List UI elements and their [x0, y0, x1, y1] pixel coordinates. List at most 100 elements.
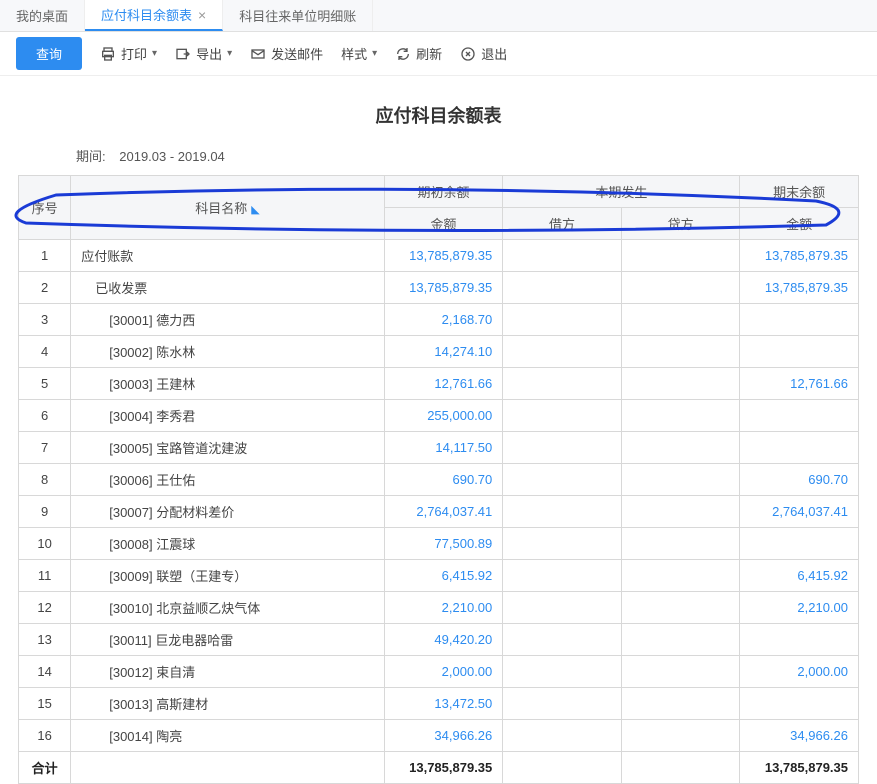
col-credit[interactable]: 贷方 [621, 208, 740, 240]
cell-closing [740, 528, 859, 560]
print-button[interactable]: 打印 ▾ [100, 44, 157, 63]
tab-0[interactable]: 我的桌面 [0, 0, 85, 31]
exit-button[interactable]: 退出 [460, 44, 507, 63]
cell-name: [30006] 王仕佑 [71, 464, 384, 496]
table-row[interactable]: 4[30002] 陈水林14,274.10 [19, 336, 859, 368]
col-closing[interactable]: 期末余额 [740, 176, 859, 208]
cell-name: [30001] 德力西 [71, 304, 384, 336]
tab-2[interactable]: 科目往来单位明细账 [223, 0, 373, 31]
table-row[interactable]: 14[30012] 束自清2,000.002,000.00 [19, 656, 859, 688]
col-closing-amount[interactable]: 金额 [740, 208, 859, 240]
table-row[interactable]: 11[30009] 联塑（王建专）6,415.926,415.92 [19, 560, 859, 592]
cell-opening: 49,420.20 [384, 624, 503, 656]
cell-credit [621, 720, 740, 752]
col-seq[interactable]: 序号 [19, 176, 71, 240]
cell-seq: 2 [19, 272, 71, 304]
table-row[interactable]: 12[30010] 北京益顺乙炔气体2,210.002,210.00 [19, 592, 859, 624]
period-row: 期间: 2019.03 - 2019.04 [76, 146, 859, 165]
table-row[interactable]: 15[30013] 高斯建材13,472.50 [19, 688, 859, 720]
table-row[interactable]: 9[30007] 分配材料差价2,764,037.412,764,037.41 [19, 496, 859, 528]
exit-label: 退出 [481, 44, 507, 63]
cell-name: [30014] 陶亮 [71, 720, 384, 752]
cell-credit [621, 496, 740, 528]
cell-debit [503, 624, 622, 656]
cell-debit [503, 592, 622, 624]
total-credit [621, 752, 740, 784]
cell-debit [503, 240, 622, 272]
cell-debit [503, 656, 622, 688]
cell-opening: 77,500.89 [384, 528, 503, 560]
chevron-down-icon: ▾ [227, 48, 232, 59]
cell-credit [621, 272, 740, 304]
cell-closing [740, 432, 859, 464]
cell-closing: 2,210.00 [740, 592, 859, 624]
cell-seq: 16 [19, 720, 71, 752]
cell-opening: 13,472.50 [384, 688, 503, 720]
period-label: 期间: [76, 149, 106, 164]
balance-table: 序号 科目名称◣ 期初余额 本期发生 期末余额 金额 借方 贷方 金额 1应付账… [18, 175, 859, 784]
cell-debit [503, 688, 622, 720]
tab-label: 我的桌面 [16, 6, 68, 25]
cell-closing: 2,764,037.41 [740, 496, 859, 528]
cell-closing: 13,785,879.35 [740, 240, 859, 272]
report-title: 应付科目余额表 [18, 102, 859, 128]
cell-closing: 12,761.66 [740, 368, 859, 400]
table-row[interactable]: 7[30005] 宝路管道沈建波14,117.50 [19, 432, 859, 464]
table-row[interactable]: 16[30014] 陶亮34,966.2634,966.26 [19, 720, 859, 752]
total-label: 合计 [19, 752, 71, 784]
sendmail-label: 发送邮件 [271, 44, 323, 63]
table-row[interactable]: 6[30004] 李秀君255,000.00 [19, 400, 859, 432]
cell-seq: 14 [19, 656, 71, 688]
cell-seq: 11 [19, 560, 71, 592]
cell-name: [30011] 巨龙电器哈雷 [71, 624, 384, 656]
sort-icon: ◣ [251, 204, 259, 216]
cell-credit [621, 592, 740, 624]
cell-closing [740, 624, 859, 656]
total-debit [503, 752, 622, 784]
sendmail-button[interactable]: 发送邮件 [250, 44, 323, 63]
cell-credit [621, 464, 740, 496]
table-row[interactable]: 1应付账款13,785,879.3513,785,879.35 [19, 240, 859, 272]
cell-opening: 14,274.10 [384, 336, 503, 368]
cell-name: [30013] 高斯建材 [71, 688, 384, 720]
cell-seq: 3 [19, 304, 71, 336]
cell-opening: 2,210.00 [384, 592, 503, 624]
cell-credit [621, 560, 740, 592]
table-row[interactable]: 2已收发票13,785,879.3513,785,879.35 [19, 272, 859, 304]
col-opening-amount[interactable]: 金额 [384, 208, 503, 240]
col-debit[interactable]: 借方 [503, 208, 622, 240]
cell-credit [621, 304, 740, 336]
table-row[interactable]: 8[30006] 王仕佑690.70690.70 [19, 464, 859, 496]
cell-seq: 5 [19, 368, 71, 400]
close-circle-icon [460, 46, 476, 62]
cell-credit [621, 688, 740, 720]
col-current[interactable]: 本期发生 [503, 176, 740, 208]
cell-seq: 13 [19, 624, 71, 656]
close-icon[interactable]: × [198, 8, 206, 22]
table-row[interactable]: 3[30001] 德力西2,168.70 [19, 304, 859, 336]
cell-debit [503, 560, 622, 592]
cell-closing: 690.70 [740, 464, 859, 496]
col-name[interactable]: 科目名称◣ [71, 176, 384, 240]
table-row[interactable]: 5[30003] 王建林12,761.6612,761.66 [19, 368, 859, 400]
style-button[interactable]: 样式 ▾ [341, 44, 377, 63]
table-row[interactable]: 10[30008] 江震球77,500.89 [19, 528, 859, 560]
cell-name: [30009] 联塑（王建专） [71, 560, 384, 592]
cell-name: 应付账款 [71, 240, 384, 272]
total-row: 合计13,785,879.3513,785,879.35 [19, 752, 859, 784]
cell-opening: 2,000.00 [384, 656, 503, 688]
refresh-label: 刷新 [416, 44, 442, 63]
query-button[interactable]: 查询 [16, 37, 82, 70]
col-opening[interactable]: 期初余额 [384, 176, 503, 208]
cell-seq: 9 [19, 496, 71, 528]
cell-credit [621, 656, 740, 688]
table-row[interactable]: 13[30011] 巨龙电器哈雷49,420.20 [19, 624, 859, 656]
cell-name: [30004] 李秀君 [71, 400, 384, 432]
export-label: 导出 [196, 44, 222, 63]
cell-credit [621, 240, 740, 272]
tab-1[interactable]: 应付科目余额表× [85, 0, 223, 31]
export-button[interactable]: 导出 ▾ [175, 44, 232, 63]
cell-seq: 7 [19, 432, 71, 464]
printer-icon [100, 46, 116, 62]
refresh-button[interactable]: 刷新 [395, 44, 442, 63]
